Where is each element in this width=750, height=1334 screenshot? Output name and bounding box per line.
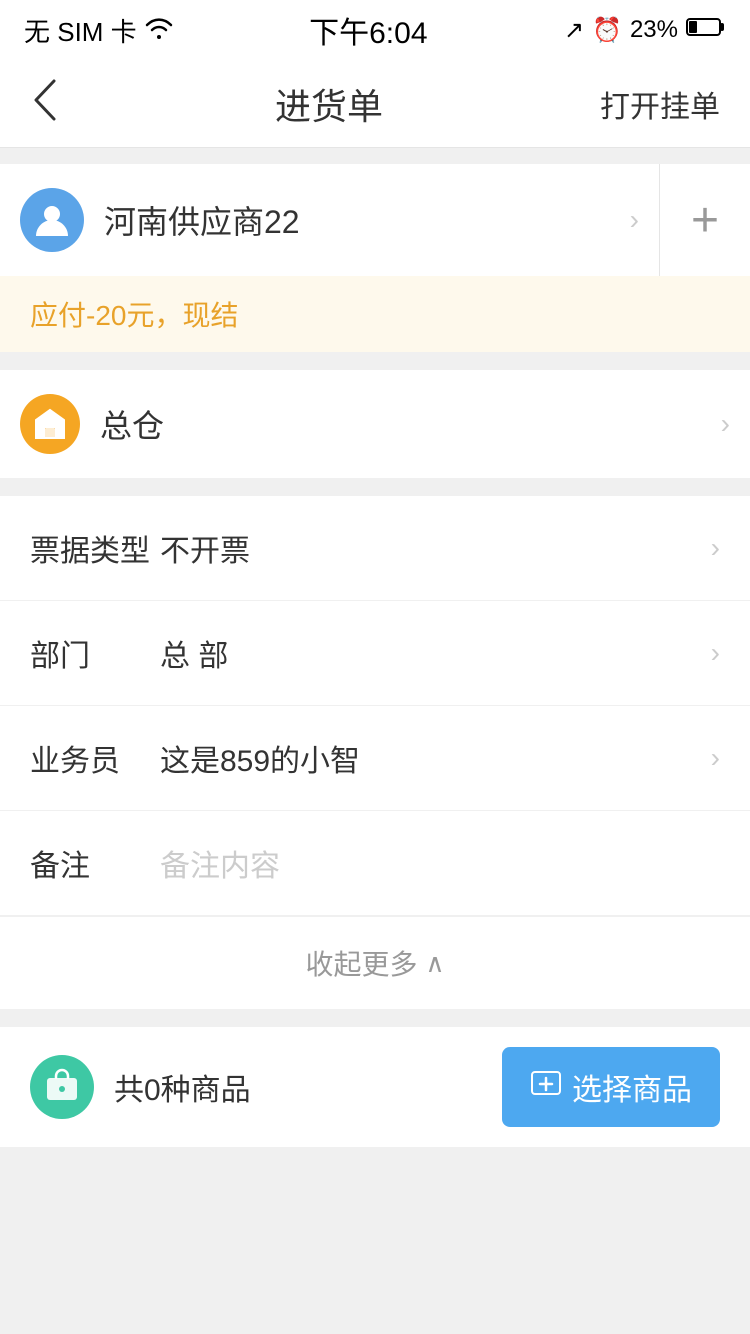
- supplier-selector[interactable]: 河南供应商22 ›: [0, 164, 660, 276]
- select-product-icon: [530, 1070, 562, 1105]
- supplier-name: 河南供应商22: [104, 197, 620, 243]
- main-content: 河南供应商22 › + 应付-20元，现结 总仓 › 票据类型 不开票 ›: [0, 148, 750, 1334]
- section-gap-2: [0, 352, 750, 368]
- section-gap-3: [0, 478, 750, 494]
- remark-label: 备注: [30, 841, 160, 885]
- form-section: 票据类型 不开票 › 部门 总 部 › 业务员 这是859的小智 › 备注 备注…: [0, 496, 750, 1009]
- collapse-icon: ∧: [425, 948, 444, 979]
- select-product-button[interactable]: 选择商品: [502, 1047, 720, 1127]
- supplier-section: 河南供应商22 › +: [0, 164, 750, 276]
- bottom-bar: 共0种商品 选择商品: [0, 1027, 750, 1147]
- collapse-label: 收起更多: [305, 943, 417, 983]
- battery-label: 23%: [630, 16, 678, 44]
- section-gap-4: [0, 1009, 750, 1025]
- battery-icon: [686, 16, 726, 45]
- product-icon: [30, 1055, 94, 1119]
- remark-placeholder: 备注内容: [160, 841, 720, 885]
- back-button[interactable]: [30, 77, 58, 130]
- supplier-avatar: [20, 188, 84, 252]
- department-row[interactable]: 部门 总 部 ›: [0, 601, 750, 706]
- add-supplier-button[interactable]: +: [660, 164, 750, 276]
- sim-label: 无 SIM 卡: [24, 12, 137, 49]
- select-product-label: 选择商品: [572, 1065, 692, 1109]
- salesperson-chevron-icon: ›: [711, 742, 720, 774]
- warehouse-icon: [20, 394, 80, 454]
- status-right: ↗ ⏰ 23%: [564, 16, 726, 45]
- page-title: 进货单: [275, 78, 383, 130]
- invoice-type-label: 票据类型: [30, 526, 160, 570]
- balance-notice: 应付-20元，现结: [0, 276, 750, 352]
- alarm-icon: ⏰: [592, 16, 622, 45]
- department-chevron-icon: ›: [711, 637, 720, 669]
- warehouse-name: 总仓: [100, 401, 711, 447]
- salesperson-row[interactable]: 业务员 这是859的小智 ›: [0, 706, 750, 811]
- status-bar: 无 SIM 卡 下午6:04 ↗ ⏰ 23%: [0, 0, 750, 60]
- collapse-button[interactable]: 收起更多 ∧: [0, 916, 750, 1009]
- location-icon: ↗: [564, 16, 584, 45]
- open-pending-button[interactable]: 打开挂单: [600, 82, 720, 126]
- department-label: 部门: [30, 631, 160, 675]
- invoice-type-value: 不开票: [160, 526, 701, 570]
- status-time: 下午6:04: [309, 8, 427, 52]
- warehouse-chevron-icon: ›: [721, 408, 730, 440]
- wifi-icon: [145, 15, 173, 46]
- invoice-type-chevron-icon: ›: [711, 532, 720, 564]
- invoice-type-row[interactable]: 票据类型 不开票 ›: [0, 496, 750, 601]
- nav-bar: 进货单 打开挂单: [0, 60, 750, 148]
- product-count: 共0种商品: [114, 1065, 502, 1109]
- department-value: 总 部: [160, 631, 701, 675]
- salesperson-value: 这是859的小智: [160, 736, 701, 780]
- supplier-chevron-icon: ›: [630, 204, 639, 236]
- remark-row[interactable]: 备注 备注内容: [0, 811, 750, 916]
- salesperson-label: 业务员: [30, 736, 160, 780]
- status-left: 无 SIM 卡: [24, 12, 173, 49]
- section-gap-1: [0, 148, 750, 164]
- warehouse-selector[interactable]: 总仓 ›: [0, 370, 750, 478]
